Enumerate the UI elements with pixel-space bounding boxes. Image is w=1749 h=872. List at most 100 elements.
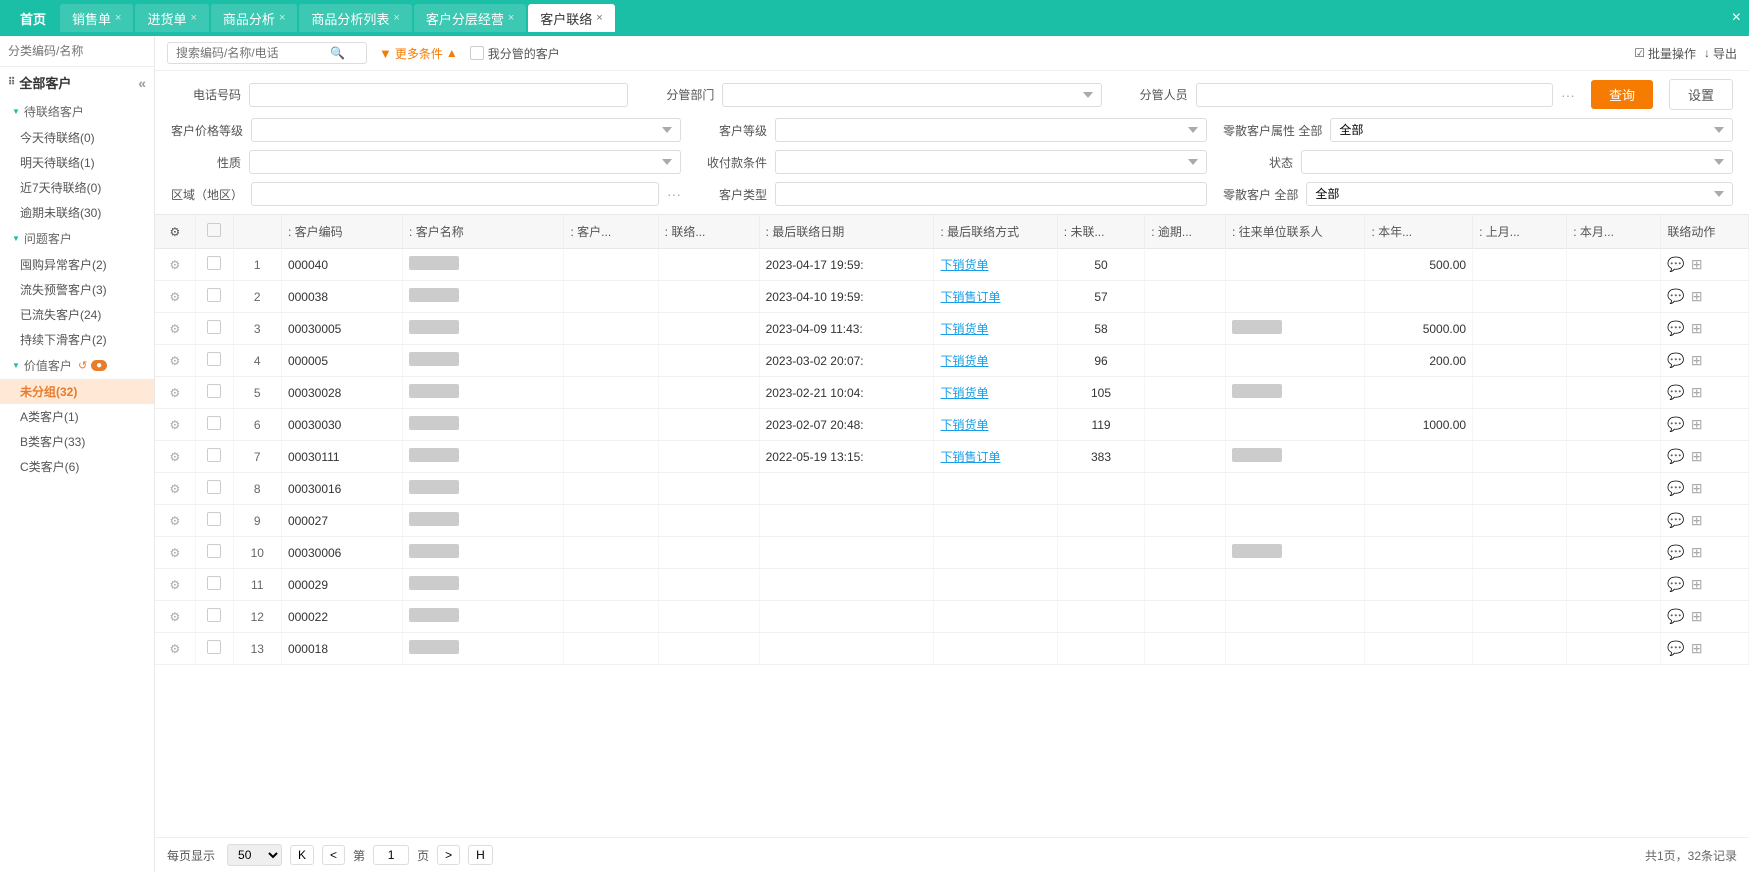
sidebar-item-churn-warning[interactable]: 流失预警客户(3) (0, 277, 154, 302)
contact-more-icon[interactable]: ⊞ (1691, 512, 1703, 529)
customer-type-input[interactable] (775, 182, 1207, 206)
sidebar-item-c-class[interactable]: C类客户(6) (0, 454, 154, 479)
nav-tab-analysis[interactable]: 商品分析 × (211, 4, 297, 32)
row-lastway[interactable]: 下销货单 (934, 377, 1057, 409)
contact-more-icon[interactable]: ⊞ (1691, 608, 1703, 625)
contact-more-icon[interactable]: ⊞ (1691, 480, 1703, 497)
sidebar-item-declining[interactable]: 持续下滑客户(2) (0, 327, 154, 352)
col-thisyear[interactable]: : 本年... (1365, 215, 1473, 249)
row-lastway[interactable]: 下销货单 (934, 313, 1057, 345)
sidebar-item-tomorrow[interactable]: 明天待联络(1) (0, 150, 154, 175)
contact-more-icon[interactable]: ⊞ (1691, 384, 1703, 401)
nature-select[interactable] (249, 150, 681, 174)
contact-more-icon[interactable]: ⊞ (1691, 640, 1703, 657)
tab-close[interactable]: × (393, 12, 399, 24)
row-check[interactable] (195, 601, 233, 633)
region-input[interactable] (251, 182, 659, 206)
row-lastway[interactable]: 下销货单 (934, 409, 1057, 441)
row-check[interactable] (195, 633, 233, 665)
col-settings[interactable]: ⚙ (155, 215, 195, 249)
row-check[interactable] (195, 537, 233, 569)
col-overdue[interactable]: : 逾期... (1145, 215, 1226, 249)
col-lastmonth[interactable]: : 上月... (1473, 215, 1567, 249)
more-conditions-btn[interactable]: ▼ 更多条件 ▲ (379, 45, 458, 62)
tab-close[interactable]: × (190, 12, 196, 24)
my-customers-checkbox[interactable] (470, 46, 484, 60)
first-page-btn[interactable]: K (290, 845, 314, 865)
tab-close[interactable]: × (115, 12, 121, 24)
col-name[interactable]: : 客户名称 (403, 215, 564, 249)
row-settings[interactable]: ⚙ (155, 505, 195, 537)
col-lastdate[interactable]: : 最后联络日期 (759, 215, 934, 249)
retail-attr-select[interactable]: 全部 (1330, 118, 1733, 142)
contact-call-icon[interactable]: 💬 (1667, 384, 1684, 401)
row-check[interactable] (195, 505, 233, 537)
refresh-icon[interactable]: ↺ (78, 359, 87, 372)
row-settings[interactable]: ⚙ (155, 601, 195, 633)
row-settings[interactable]: ⚙ (155, 537, 195, 569)
contact-more-icon[interactable]: ⊞ (1691, 448, 1703, 465)
nav-home[interactable]: 首页 (8, 4, 58, 32)
contact-call-icon[interactable]: 💬 (1667, 480, 1684, 497)
contact-more-icon[interactable]: ⊞ (1691, 544, 1703, 561)
contact-more-icon[interactable]: ⊞ (1691, 288, 1703, 305)
contact-call-icon[interactable]: 💬 (1667, 608, 1684, 625)
row-lastway[interactable] (934, 569, 1057, 601)
retail-customer-select[interactable]: 全部 (1306, 182, 1733, 206)
sidebar-item-7days[interactable]: 近7天待联络(0) (0, 175, 154, 200)
sidebar-group-problem[interactable]: ▼ 问题客户 (0, 225, 154, 252)
export-btn[interactable]: ↓ 导出 (1704, 45, 1737, 62)
row-check[interactable] (195, 281, 233, 313)
col-lastway[interactable]: : 最后联络方式 (934, 215, 1057, 249)
col-check[interactable] (195, 215, 233, 249)
sidebar-item-ungroup[interactable]: 未分组(32) (0, 379, 154, 404)
row-check[interactable] (195, 345, 233, 377)
sidebar-group-pending[interactable]: ▼ 待联络客户 (0, 98, 154, 125)
nav-tab-purchase[interactable]: 进货单 × (135, 4, 208, 32)
phone-input[interactable] (249, 83, 628, 107)
row-settings[interactable]: ⚙ (155, 569, 195, 601)
row-lastway[interactable] (934, 473, 1057, 505)
person-input[interactable] (1196, 83, 1553, 107)
person-more-btn[interactable]: ··· (1561, 87, 1575, 103)
filter-search-box[interactable]: 🔍 (167, 42, 367, 64)
row-settings[interactable]: ⚙ (155, 441, 195, 473)
status-select[interactable] (1301, 150, 1733, 174)
sidebar-item-churned[interactable]: 已流失客户(24) (0, 302, 154, 327)
row-settings[interactable]: ⚙ (155, 377, 195, 409)
contact-more-icon[interactable]: ⊞ (1691, 320, 1703, 337)
col-type[interactable]: : 客户... (564, 215, 658, 249)
sidebar-collapse-btn[interactable]: « (138, 75, 146, 91)
sidebar-item-a-class[interactable]: A类客户(1) (0, 404, 154, 429)
row-lastway[interactable]: 下销售订单 (934, 281, 1057, 313)
contact-call-icon[interactable]: 💬 (1667, 512, 1684, 529)
customer-level-select[interactable] (775, 118, 1207, 142)
nav-tab-analysis-list[interactable]: 商品分析列表 × (299, 4, 411, 32)
price-level-select[interactable] (251, 118, 681, 142)
row-settings[interactable]: ⚙ (155, 313, 195, 345)
next-page-btn[interactable]: > (437, 845, 460, 865)
col-thismonth[interactable]: : 本月... (1567, 215, 1661, 249)
sidebar-item-abnormal[interactable]: 囤购异常客户(2) (0, 252, 154, 277)
contact-more-icon[interactable]: ⊞ (1691, 576, 1703, 593)
sidebar-group-value[interactable]: ▼ 价值客户 ↺ ● (0, 352, 154, 379)
row-settings[interactable]: ⚙ (155, 345, 195, 377)
page-number-input[interactable] (373, 845, 409, 865)
region-more-btn[interactable]: ··· (667, 186, 681, 202)
row-lastway[interactable]: 下销售订单 (934, 441, 1057, 473)
reset-button[interactable]: 设置 (1669, 79, 1733, 110)
row-check[interactable] (195, 409, 233, 441)
nav-tab-customer-contact[interactable]: 客户联络 × (528, 4, 614, 32)
tab-close[interactable]: × (279, 12, 285, 24)
row-lastway[interactable] (934, 537, 1057, 569)
contact-more-icon[interactable]: ⊞ (1691, 416, 1703, 433)
nav-tab-sales[interactable]: 销售单 × (60, 4, 133, 32)
batch-ops-btn[interactable]: ☑ 批量操作 (1634, 45, 1696, 62)
row-settings[interactable]: ⚙ (155, 281, 195, 313)
row-check[interactable] (195, 313, 233, 345)
row-settings[interactable]: ⚙ (155, 633, 195, 665)
page-size-select[interactable]: 50 100 200 (227, 844, 282, 866)
contact-call-icon[interactable]: 💬 (1667, 256, 1684, 273)
contact-call-icon[interactable]: 💬 (1667, 288, 1684, 305)
row-lastway[interactable]: 下销货单 (934, 249, 1057, 281)
